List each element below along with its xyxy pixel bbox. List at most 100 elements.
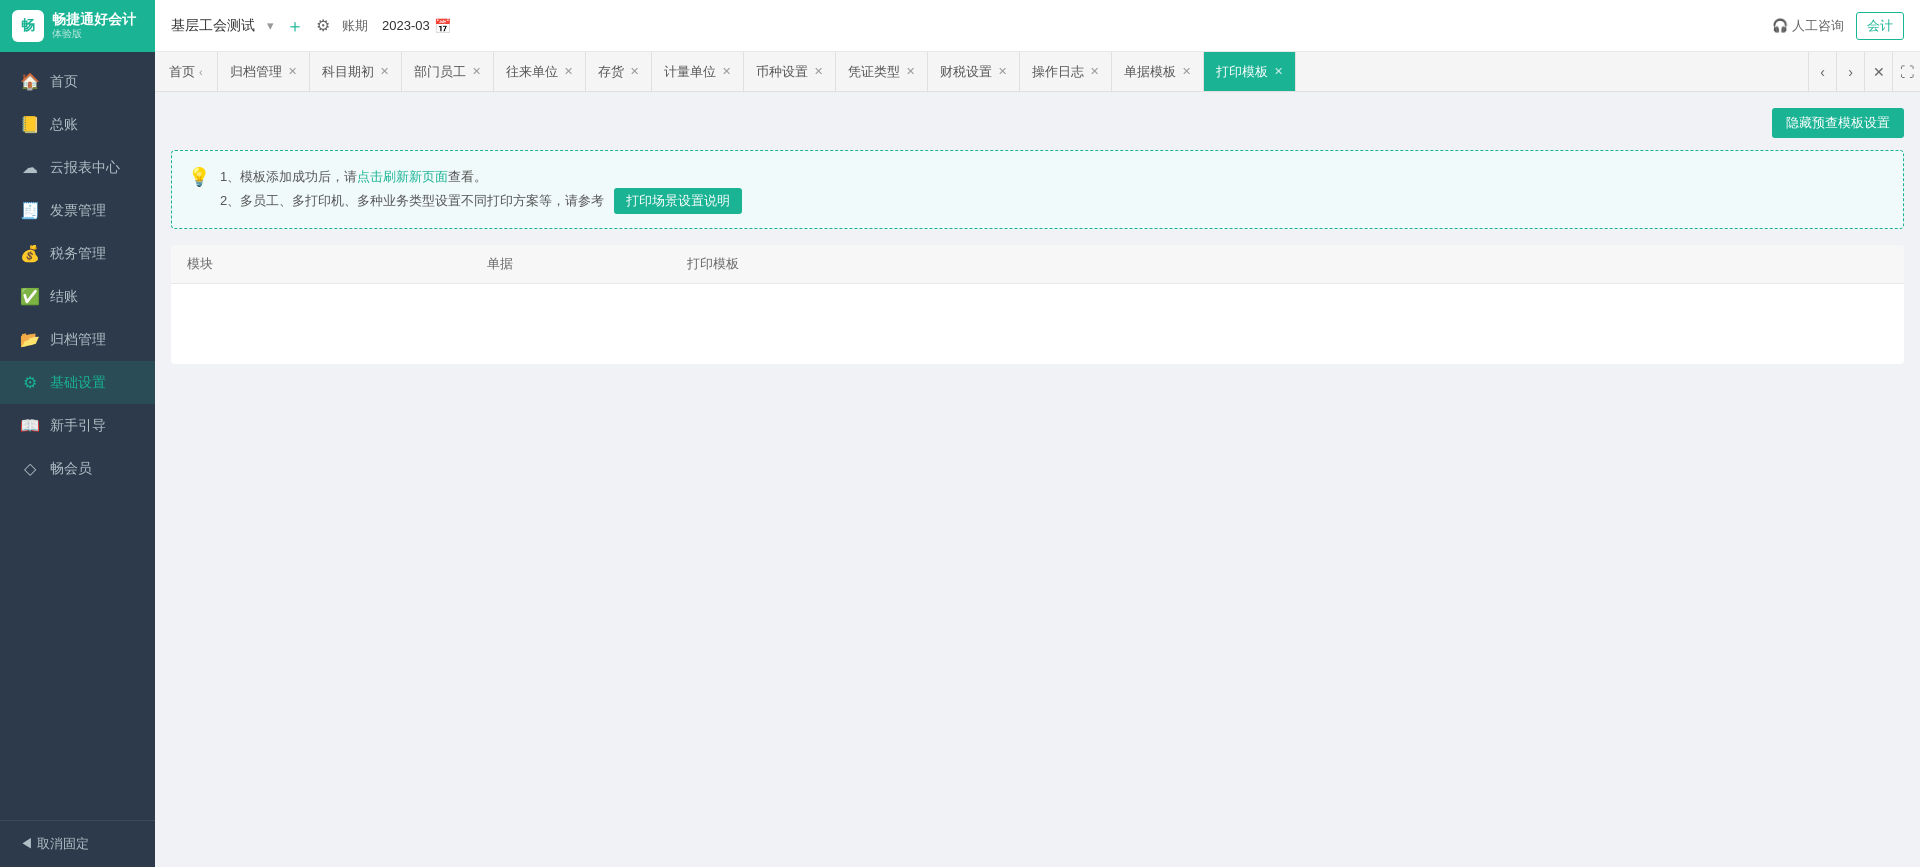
kuaiji-button[interactable]: 会计 [1856, 12, 1904, 40]
tab-expand[interactable]: ⛶ [1892, 52, 1920, 92]
logo-sub: 体验版 [52, 27, 136, 41]
tab-voucher-type-label: 凭证类型 [848, 63, 900, 81]
tabbar: 首页 ‹ 归档管理 ✕ 科目期初 ✕ 部门员工 ✕ 往来单位 ✕ 存货 ✕ 计量… [155, 52, 1920, 92]
tab-print-template-close[interactable]: ✕ [1274, 65, 1283, 78]
ledger-icon: 📒 [20, 115, 40, 134]
tab-single-template[interactable]: 单据模板 ✕ [1112, 52, 1204, 91]
period-value: 2023-03 [382, 18, 430, 33]
tab-inventory-label: 存货 [598, 63, 624, 81]
info-line1: 1、模板添加成功后，请点击刷新新页面查看。 [220, 165, 742, 188]
table-header: 模块 单据 打印模板 [171, 245, 1904, 284]
tab-dept-close[interactable]: ✕ [472, 65, 481, 78]
tab-operation-log-close[interactable]: ✕ [1090, 65, 1099, 78]
kuaiji-label: 会计 [1867, 18, 1893, 33]
tab-print-template-label: 打印模板 [1216, 63, 1268, 81]
hide-preview-button[interactable]: 隐藏预查模板设置 [1772, 108, 1904, 138]
tab-unit[interactable]: 计量单位 ✕ [652, 52, 744, 91]
company-name: 基层工会测试 [171, 17, 255, 35]
unpin-button[interactable]: ◀ 取消固定 [0, 820, 155, 867]
sidebar-item-invoice[interactable]: 🧾 发票管理 [0, 189, 155, 232]
add-tab-button[interactable]: ＋ [286, 14, 304, 38]
archive-icon: 📂 [20, 330, 40, 349]
tab-close-all[interactable]: ✕ [1864, 52, 1892, 92]
period-display: 账期 2023-03 📅 [342, 17, 451, 35]
data-table: 模块 单据 打印模板 [171, 245, 1904, 364]
tab-tax-settings[interactable]: 财税设置 ✕ [928, 52, 1020, 91]
tab-voucher-type[interactable]: 凭证类型 ✕ [836, 52, 928, 91]
topbar: 基层工会测试 ▾ ＋ ⚙ 账期 2023-03 📅 🎧 人工咨询 会计 [155, 0, 1920, 52]
col-document: 单据 [487, 255, 687, 273]
tab-single-template-close[interactable]: ✕ [1182, 65, 1191, 78]
member-icon: ◇ [20, 459, 40, 478]
sidebar-item-guide[interactable]: 📖 新手引导 [0, 404, 155, 447]
main-area: 基层工会测试 ▾ ＋ ⚙ 账期 2023-03 📅 🎧 人工咨询 会计 首页 ‹… [155, 0, 1920, 867]
tab-scroll-right[interactable]: › [1836, 52, 1864, 92]
tab-partner-label: 往来单位 [506, 63, 558, 81]
basic-icon: ⚙ [20, 373, 40, 392]
tab-archive[interactable]: 归档管理 ✕ [218, 52, 310, 91]
sidebar-item-label: 总账 [50, 116, 78, 134]
print-scene-button[interactable]: 打印场景设置说明 [614, 188, 742, 214]
tab-unit-close[interactable]: ✕ [722, 65, 731, 78]
tab-partner-close[interactable]: ✕ [564, 65, 573, 78]
sidebar-item-settlement[interactable]: ✅ 结账 [0, 275, 155, 318]
tab-tax-settings-close[interactable]: ✕ [998, 65, 1007, 78]
sidebar-item-basic[interactable]: ⚙ 基础设置 [0, 361, 155, 404]
info-line1-prefix: 1、模板添加成功后，请 [220, 169, 357, 184]
service-button[interactable]: 🎧 人工咨询 [1772, 17, 1844, 35]
tab-print-template[interactable]: 打印模板 ✕ [1204, 52, 1296, 91]
sidebar-item-label: 首页 [50, 73, 78, 91]
sidebar: 畅 畅捷通好会计 体验版 🏠 首页 📒 总账 ☁ 云报表中心 🧾 发票管理 💰 … [0, 0, 155, 867]
tab-dept[interactable]: 部门员工 ✕ [402, 52, 494, 91]
sidebar-item-member[interactable]: ◇ 畅会员 [0, 447, 155, 490]
info-box: 💡 1、模板添加成功后，请点击刷新新页面查看。 2、多员工、多打印机、多种业务类… [171, 150, 1904, 229]
sidebar-item-label: 云报表中心 [50, 159, 120, 177]
calendar-icon[interactable]: 📅 [434, 18, 451, 34]
sidebar-item-ledger[interactable]: 📒 总账 [0, 103, 155, 146]
period-label: 账期 [342, 17, 368, 35]
tab-inventory[interactable]: 存货 ✕ [586, 52, 652, 91]
tab-home[interactable]: 首页 ‹ [155, 52, 218, 91]
info-line1-suffix: 查看。 [448, 169, 487, 184]
tab-currency-close[interactable]: ✕ [814, 65, 823, 78]
refresh-link[interactable]: 点击刷新新页面 [357, 169, 448, 184]
tabbar-arrows: ‹ › ✕ ⛶ [1808, 52, 1920, 92]
tab-single-template-label: 单据模板 [1124, 63, 1176, 81]
company-dropdown-icon[interactable]: ▾ [267, 18, 274, 33]
sidebar-item-reports[interactable]: ☁ 云报表中心 [0, 146, 155, 189]
sidebar-item-archive[interactable]: 📂 归档管理 [0, 318, 155, 361]
info-line2: 2、多员工、多打印机、多种业务类型设置不同打印方案等，请参考 打印场景设置说明 [220, 188, 742, 214]
headset-icon: 🎧 [1772, 18, 1788, 33]
content-area: 隐藏预查模板设置 💡 1、模板添加成功后，请点击刷新新页面查看。 2、多员工、多… [155, 92, 1920, 867]
tab-currency-label: 币种设置 [756, 63, 808, 81]
tab-voucher-type-close[interactable]: ✕ [906, 65, 915, 78]
tab-home-label: 首页 [169, 63, 195, 81]
tab-operation-log[interactable]: 操作日志 ✕ [1020, 52, 1112, 91]
service-label: 人工咨询 [1792, 17, 1844, 35]
tab-scroll-left[interactable]: ‹ [1808, 52, 1836, 92]
settings-icon[interactable]: ⚙ [316, 16, 330, 35]
tab-inventory-close[interactable]: ✕ [630, 65, 639, 78]
sidebar-item-home[interactable]: 🏠 首页 [0, 60, 155, 103]
col-module: 模块 [187, 255, 487, 273]
lamp-icon: 💡 [188, 166, 210, 188]
tab-operation-log-label: 操作日志 [1032, 63, 1084, 81]
tab-subject-label: 科目期初 [322, 63, 374, 81]
sidebar-item-tax[interactable]: 💰 税务管理 [0, 232, 155, 275]
tab-currency[interactable]: 币种设置 ✕ [744, 52, 836, 91]
info-line2-text: 2、多员工、多打印机、多种业务类型设置不同打印方案等，请参考 [220, 193, 604, 208]
tab-partner[interactable]: 往来单位 ✕ [494, 52, 586, 91]
tab-tax-settings-label: 财税设置 [940, 63, 992, 81]
info-box-content: 1、模板添加成功后，请点击刷新新页面查看。 2、多员工、多打印机、多种业务类型设… [220, 165, 742, 214]
sidebar-logo: 畅 畅捷通好会计 体验版 [0, 0, 155, 52]
table-body [171, 284, 1904, 364]
tab-subject-close[interactable]: ✕ [380, 65, 389, 78]
unpin-label: ◀ 取消固定 [20, 835, 89, 853]
tab-archive-close[interactable]: ✕ [288, 65, 297, 78]
logo-icon: 畅 [12, 10, 44, 42]
hide-preview-container: 隐藏预查模板设置 [171, 108, 1904, 138]
tax-icon: 💰 [20, 244, 40, 263]
sidebar-item-label: 税务管理 [50, 245, 106, 263]
tab-subject[interactable]: 科目期初 ✕ [310, 52, 402, 91]
tab-home-arrow-icon: ‹ [199, 66, 203, 78]
